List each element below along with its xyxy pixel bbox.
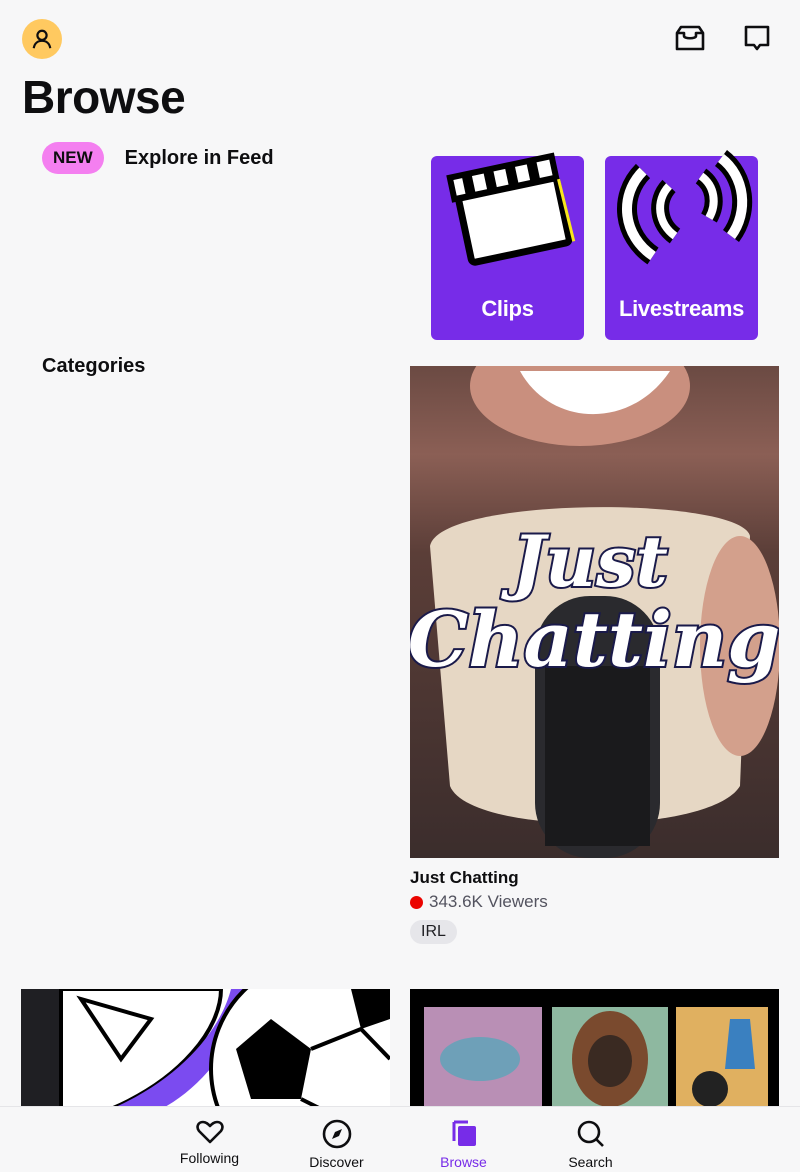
viewer-count: 343.6K Viewers — [410, 892, 779, 912]
nav-browse[interactable]: Browse — [400, 1107, 527, 1172]
nav-browse-label: Browse — [440, 1154, 487, 1170]
explore-feed-link[interactable]: NEW Explore in Feed — [42, 142, 274, 174]
category-tag[interactable]: IRL — [410, 920, 457, 944]
user-icon — [32, 29, 52, 49]
clips-label: Clips — [481, 296, 534, 321]
art-text-chatting: Chatting — [410, 595, 779, 684]
profile-avatar-button[interactable] — [22, 19, 62, 59]
clips-tile[interactable]: Clips — [431, 152, 584, 340]
category-name: Just Chatting — [410, 868, 519, 887]
category-card-just-chatting[interactable]: Just Chatting Just Chatting 343.6K Viewe… — [410, 366, 779, 944]
heart-icon — [195, 1120, 224, 1144]
broadcast-icon — [617, 150, 753, 265]
soccer-ball-art — [21, 989, 390, 1109]
live-indicator-icon — [410, 895, 423, 909]
inbox-button[interactable] — [674, 22, 706, 54]
art-text-just: Just — [501, 520, 668, 603]
nav-following[interactable]: Following — [146, 1107, 273, 1172]
new-badge: NEW — [42, 142, 104, 174]
just-chatting-art: Just Chatting — [410, 366, 779, 858]
nav-search[interactable]: Search — [527, 1107, 654, 1172]
bottom-navigation: Following Discover Browse Search — [0, 1106, 800, 1172]
nav-discover[interactable]: Discover — [273, 1107, 400, 1172]
comic-panels-art — [424, 1007, 768, 1109]
viewer-count-text: 343.6K Viewers — [429, 892, 548, 911]
livestreams-label: Livestreams — [618, 296, 745, 321]
categories-heading: Categories — [42, 355, 146, 377]
livestreams-tile[interactable]: Livestreams — [605, 150, 758, 340]
chat-bubble-icon — [744, 25, 770, 51]
inbox-icon — [675, 25, 705, 51]
page-title: Browse — [22, 71, 186, 123]
browse-icon — [452, 1120, 476, 1146]
explore-feed-label: Explore in Feed — [124, 146, 274, 169]
clapperboard-icon — [446, 152, 576, 266]
browse-screen: Browse NEW Explore in Feed Clips Livestr… — [0, 0, 800, 1172]
nav-search-label: Search — [568, 1154, 613, 1170]
nav-following-label: Following — [179, 1150, 240, 1166]
category-card-gta[interactable] — [410, 989, 779, 1109]
nav-discover-label: Discover — [309, 1154, 364, 1170]
whispers-button[interactable] — [741, 22, 773, 54]
category-box-art: Just Chatting — [410, 366, 779, 858]
compass-icon — [322, 1119, 351, 1149]
search-icon — [577, 1120, 604, 1147]
category-card-sports[interactable] — [21, 989, 390, 1109]
